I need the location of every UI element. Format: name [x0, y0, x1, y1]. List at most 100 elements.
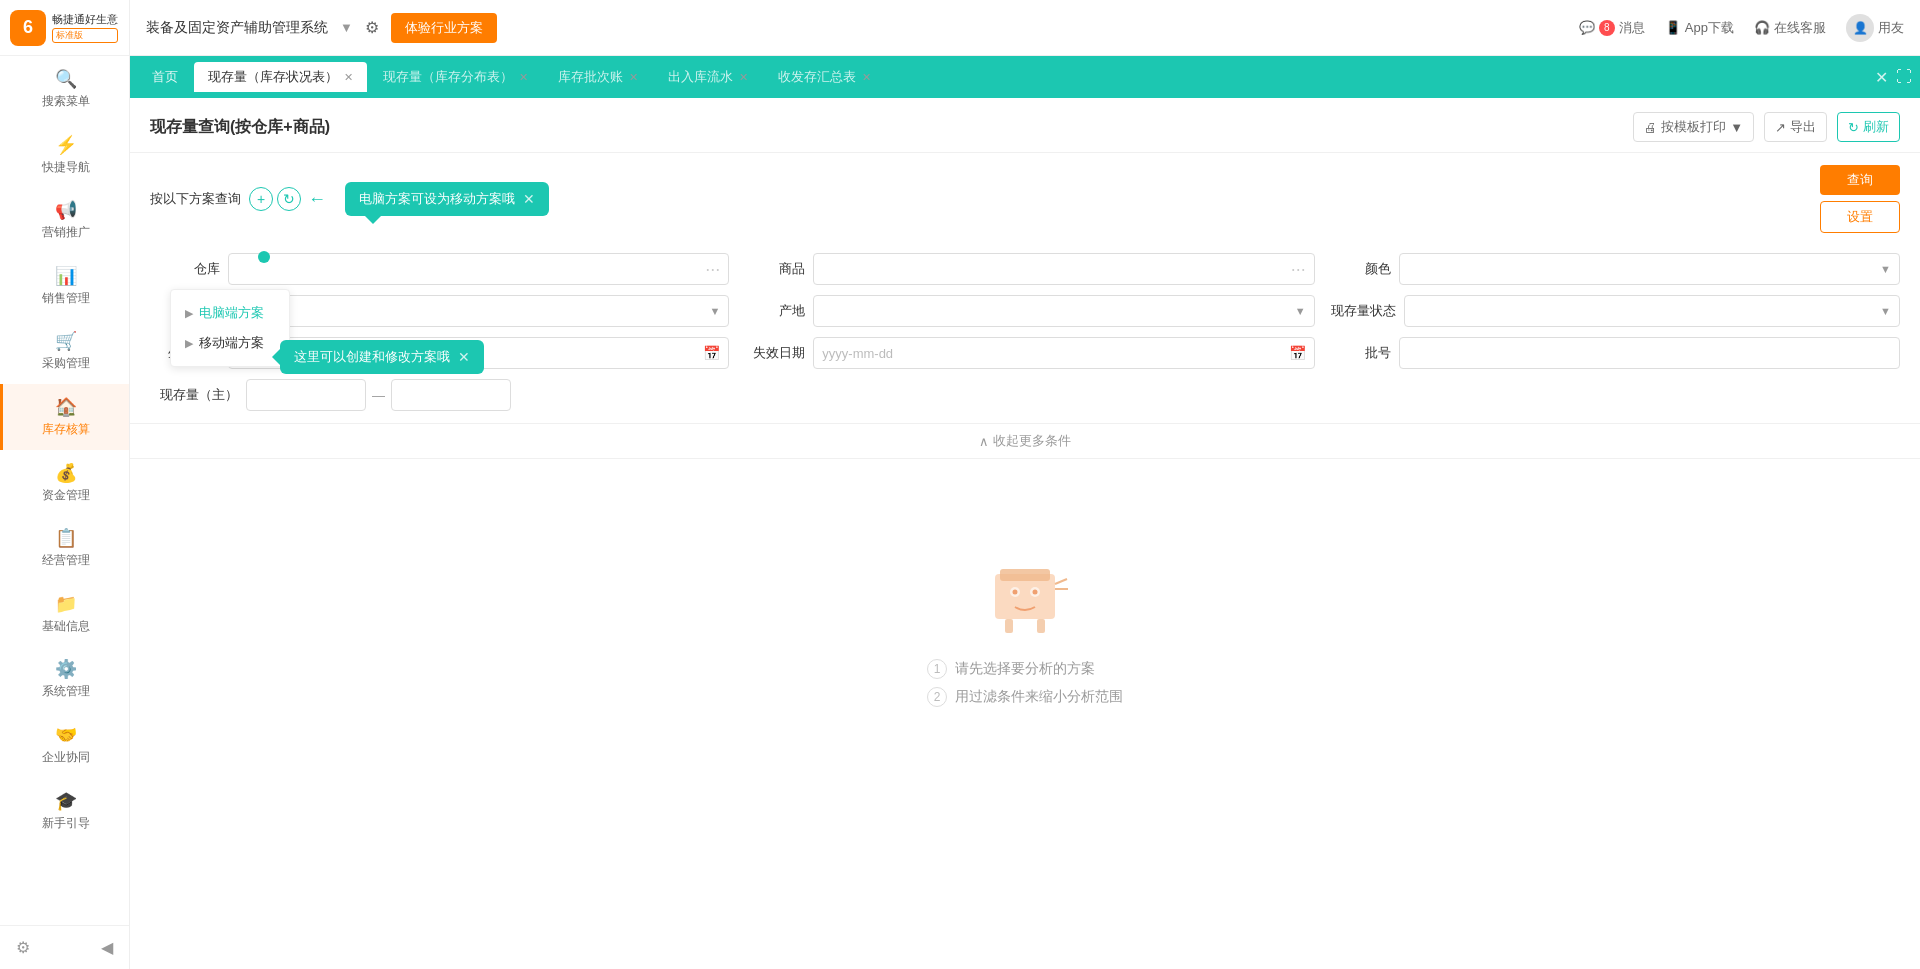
export-label: 导出: [1790, 118, 1816, 136]
sidebar-item-sales[interactable]: 📊 销售管理: [0, 253, 129, 319]
sidebar-item-purchase[interactable]: 🛒 采购管理: [0, 318, 129, 384]
industry-button[interactable]: 体验行业方案: [391, 13, 497, 43]
collapse-button[interactable]: ∧ 收起更多条件: [979, 432, 1071, 450]
page-title: 现存量查询(按仓库+商品): [150, 117, 330, 138]
warehouse-label: 仓库: [160, 260, 220, 278]
batch-input[interactable]: [1399, 337, 1900, 369]
size-arrow-icon: ▼: [709, 305, 720, 317]
goods-field: 商品 ···: [745, 253, 1314, 285]
refresh-scheme-icon[interactable]: ↻: [277, 187, 301, 211]
header-app-download[interactable]: 📱 App下载: [1665, 19, 1734, 37]
reset-button[interactable]: 设置: [1820, 201, 1900, 233]
batch-field: 批号: [1331, 337, 1900, 369]
tab-home[interactable]: 首页: [138, 62, 192, 92]
add-scheme-icon[interactable]: +: [249, 187, 273, 211]
header-user[interactable]: 👤 用友: [1846, 14, 1904, 42]
svg-point-5: [1033, 590, 1038, 595]
collapse-bar: ∧ 收起更多条件: [130, 424, 1920, 459]
sidebar-item-inventory[interactable]: 🏠 库存核算: [0, 384, 129, 450]
origin-field: 产地 ▼: [745, 295, 1314, 327]
export-button[interactable]: ↗ 导出: [1764, 112, 1827, 142]
print-button[interactable]: 🖨 按模板打印 ▼: [1633, 112, 1754, 142]
settings-icon[interactable]: ⚙: [365, 18, 379, 37]
color-select[interactable]: ▼: [1399, 253, 1900, 285]
tooltip1: 电脑方案可设为移动方案哦 ✕: [345, 182, 549, 216]
empty-steps: 1 请先选择要分析的方案 2 用过滤条件来缩小分析范围: [927, 659, 1123, 715]
tab-maximize-icon[interactable]: ⛶: [1896, 68, 1912, 86]
sidebar-item-guide[interactable]: 🎓 新手引导: [0, 778, 129, 844]
sidebar-item-label: 快捷导航: [42, 160, 90, 176]
expire-date-cal-icon[interactable]: 📅: [1289, 345, 1306, 361]
scheme-tree-area: ▶ 电脑端方案 ▶ 移动端方案 这里可以创建和修改方案哦 ✕: [150, 245, 1900, 411]
tooltip1-close[interactable]: ✕: [523, 191, 535, 207]
step1-num: 1: [927, 659, 947, 679]
basic-icon: 📁: [55, 593, 77, 615]
expire-date-input[interactable]: yyyy-mm-dd 📅: [813, 337, 1314, 369]
avatar-icon: 👤: [1853, 21, 1868, 35]
goods-select[interactable]: ···: [813, 253, 1314, 285]
tab-close-summary[interactable]: ✕: [862, 71, 871, 84]
svg-rect-6: [1005, 619, 1013, 633]
tab-batch[interactable]: 库存批次账 ✕: [544, 62, 652, 92]
sidebar-item-collaboration[interactable]: 🤝 企业协同: [0, 712, 129, 778]
sidebar-item-system[interactable]: ⚙️ 系统管理: [0, 646, 129, 712]
management-icon: 📋: [55, 527, 77, 549]
produce-date-cal-icon[interactable]: 📅: [703, 345, 720, 361]
tab-flow[interactable]: 出入库流水 ✕: [654, 62, 762, 92]
tab-close-batch[interactable]: ✕: [629, 71, 638, 84]
sidebar-item-marketing[interactable]: 📢 营销推广: [0, 187, 129, 253]
goods-dots[interactable]: ···: [1291, 259, 1306, 280]
system-dropdown-icon[interactable]: ▼: [340, 20, 353, 35]
search-button[interactable]: 查询: [1820, 165, 1900, 195]
sidebar-item-quick[interactable]: ⚡ 快捷导航: [0, 122, 129, 188]
tab-inventory-dist[interactable]: 现存量（库存分布表） ✕: [369, 62, 542, 92]
support-icon: 🎧: [1754, 20, 1770, 35]
sidebar-item-label: 企业协同: [42, 750, 90, 766]
range-dash-icon: —: [372, 388, 385, 403]
sidebar-item-search[interactable]: 🔍 搜索菜单: [0, 56, 129, 122]
scheme-desktop[interactable]: ▶ 电脑端方案: [171, 298, 289, 328]
expire-date-label: 失效日期: [745, 344, 805, 362]
sidebar-item-basic[interactable]: 📁 基础信息: [0, 581, 129, 647]
tab-close-inventory-status[interactable]: ✕: [344, 71, 353, 84]
stock-range-min[interactable]: [246, 379, 366, 411]
mobile-arrow-icon: ▶: [185, 337, 193, 350]
tab-close-flow[interactable]: ✕: [739, 71, 748, 84]
warehouse-select[interactable]: ···: [228, 253, 729, 285]
print-arrow-icon: ▼: [1730, 120, 1743, 135]
sidebar-item-label: 基础信息: [42, 619, 90, 635]
tooltip2: 这里可以创建和修改方案哦 ✕: [280, 340, 484, 374]
sidebar-item-label: 销售管理: [42, 291, 90, 307]
filter-btn-col: 查询 设置: [1820, 165, 1900, 233]
origin-select[interactable]: ▼: [813, 295, 1314, 327]
app-icon: 📱: [1665, 20, 1681, 35]
header-support[interactable]: 🎧 在线客服: [1754, 19, 1826, 37]
refresh-button[interactable]: ↻ 刷新: [1837, 112, 1900, 142]
tab-summary[interactable]: 收发存汇总表 ✕: [764, 62, 885, 92]
svg-point-4: [1013, 590, 1018, 595]
sidebar-item-finance[interactable]: 💰 资金管理: [0, 450, 129, 516]
sidebar-item-management[interactable]: 📋 经营管理: [0, 515, 129, 581]
search-icon: 🔍: [55, 68, 77, 90]
warehouse-dots[interactable]: ···: [705, 259, 720, 280]
size-select[interactable]: ▼: [228, 295, 729, 327]
tab-bar: 首页 现存量（库存状况表） ✕ 现存量（库存分布表） ✕ 库存批次账 ✕ 出入库…: [130, 56, 1920, 98]
back-scheme-icon[interactable]: ←: [305, 187, 329, 211]
app-label: App下载: [1685, 19, 1734, 37]
tab-inventory-status[interactable]: 现存量（库存状况表） ✕: [194, 62, 367, 92]
stock-range-max[interactable]: [391, 379, 511, 411]
inventory-icon: 🏠: [55, 396, 77, 418]
expire-date-placeholder: yyyy-mm-dd: [822, 346, 893, 361]
stock-status-select[interactable]: ▼: [1404, 295, 1900, 327]
tab-close-all-icon[interactable]: ✕: [1875, 68, 1888, 87]
page-actions: 🖨 按模板打印 ▼ ↗ 导出 ↻ 刷新: [1633, 112, 1900, 142]
refresh-label: 刷新: [1863, 118, 1889, 136]
stock-status-field: 现存量状态 ▼: [1331, 295, 1900, 327]
tooltip2-close[interactable]: ✕: [458, 349, 470, 365]
settings-footer-icon[interactable]: ⚙: [16, 938, 30, 957]
collapse-label: 收起更多条件: [993, 432, 1071, 450]
header-messages[interactable]: 💬 8 消息: [1579, 19, 1645, 37]
tab-inventory-dist-label: 现存量（库存分布表）: [383, 68, 513, 86]
tab-close-inventory-dist[interactable]: ✕: [519, 71, 528, 84]
collapse-sidebar-icon[interactable]: ◀: [101, 938, 113, 957]
